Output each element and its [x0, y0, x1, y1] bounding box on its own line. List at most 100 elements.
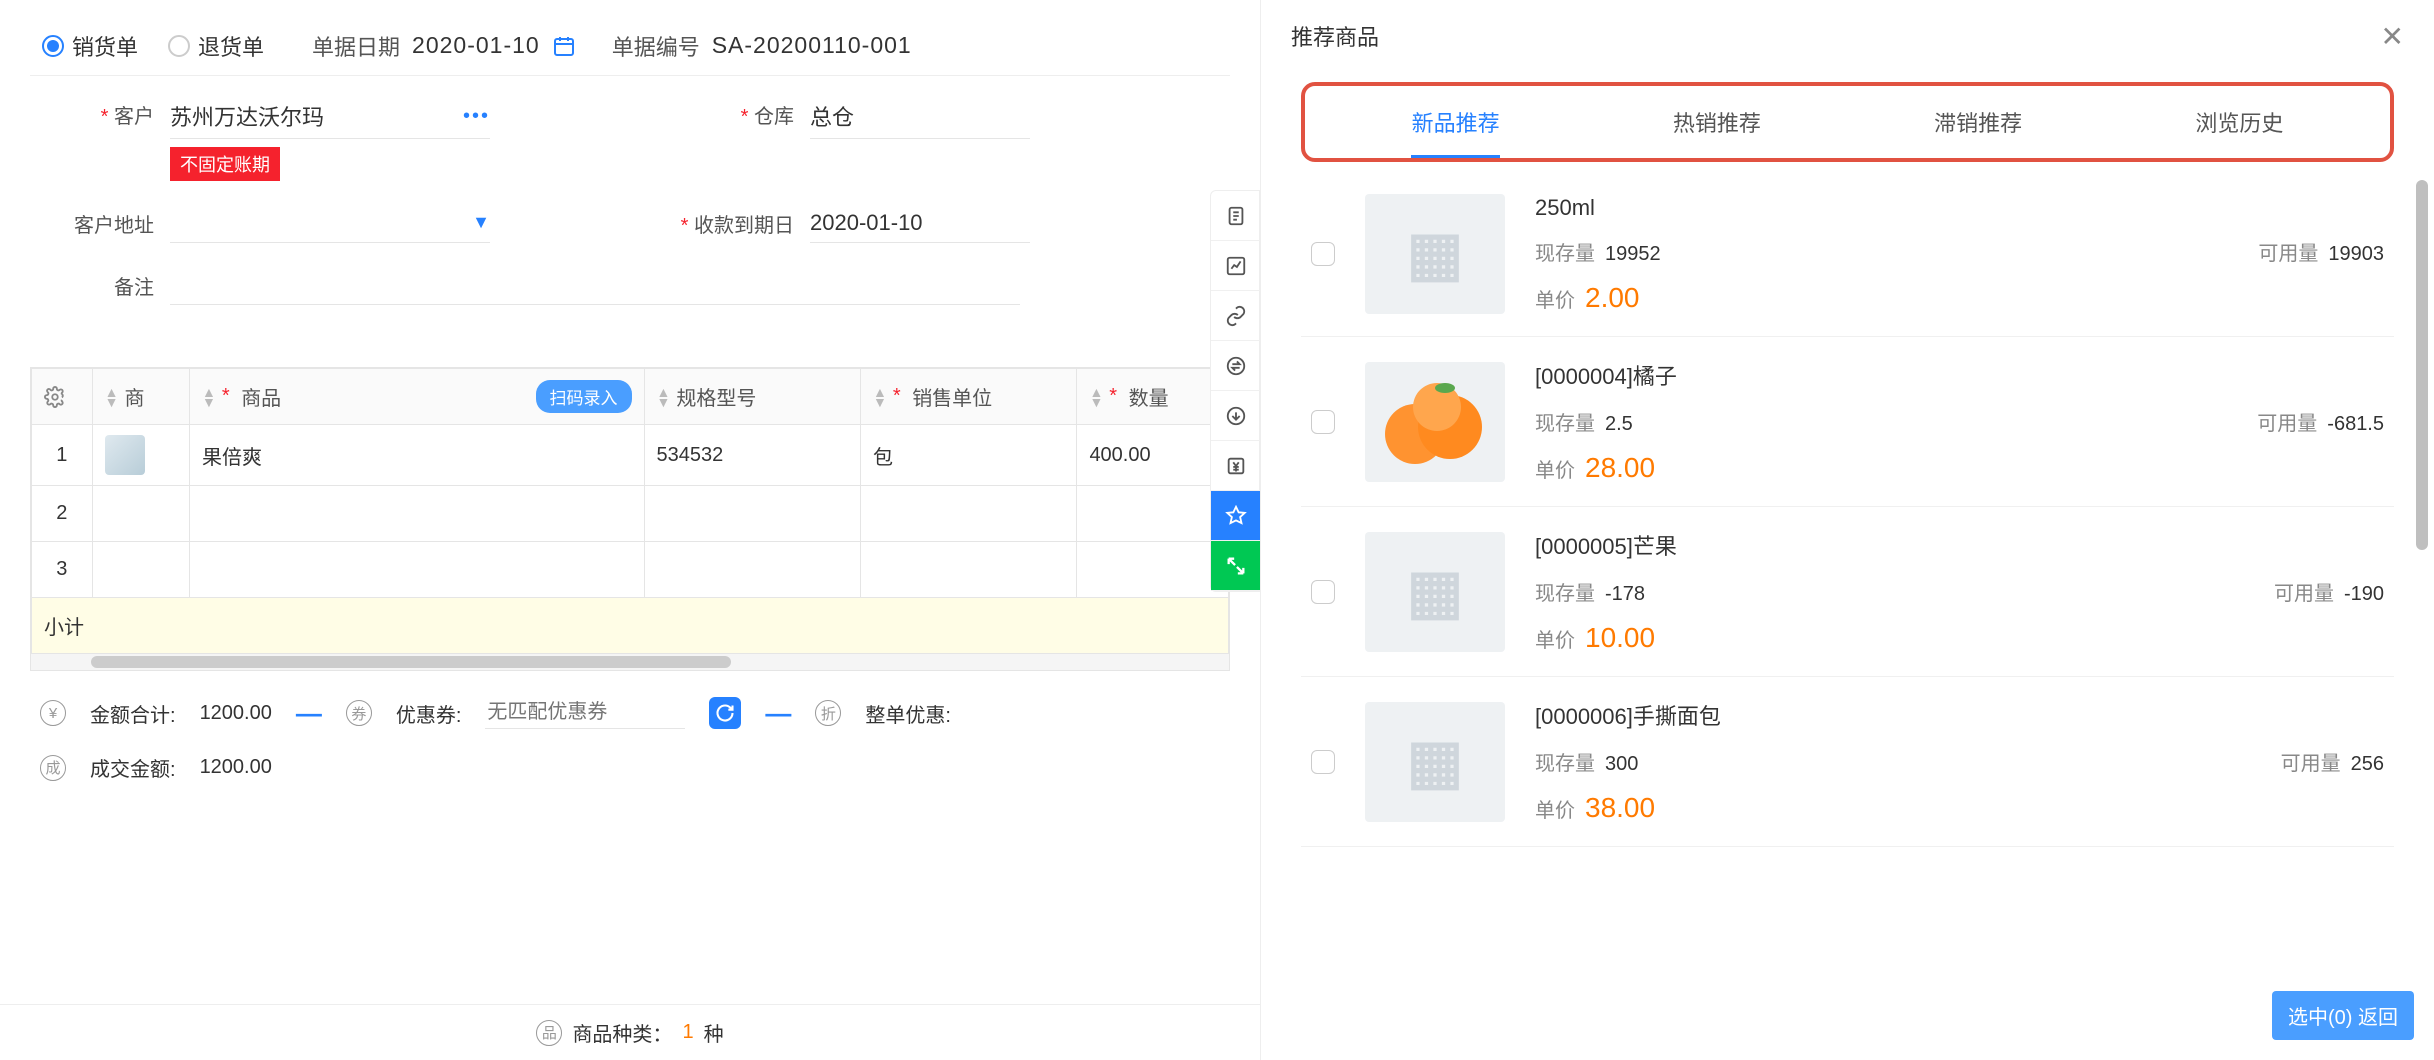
- due-date-field[interactable]: 2020-01-10: [810, 209, 1030, 243]
- doc-number: 单据编号 SA-20200110-001: [612, 30, 912, 62]
- doc-date-value[interactable]: 2020-01-10: [412, 32, 540, 59]
- col-qty[interactable]: ▲▼* 数量: [1077, 369, 1229, 425]
- deal-amount-value: 1200.00: [200, 756, 272, 779]
- recommend-item[interactable]: [0000004]橘子 现存量2.5 可用量-681.5 单价28.00: [1301, 337, 2394, 507]
- minus-icon: —: [765, 698, 791, 729]
- select-return-button[interactable]: 选中(0) 返回: [2272, 991, 2414, 1040]
- side-currency-icon[interactable]: [1211, 441, 1261, 491]
- row-spec[interactable]: 534532: [644, 425, 860, 486]
- col-settings[interactable]: [32, 369, 93, 425]
- row-unit[interactable]: 包: [860, 425, 1076, 486]
- row-product[interactable]: [189, 542, 644, 598]
- customer-addr-field[interactable]: ▼: [170, 209, 490, 243]
- recommend-checkbox[interactable]: [1311, 410, 1335, 434]
- amount-total-label: 金额合计:: [90, 699, 176, 728]
- refresh-coupon-button[interactable]: [709, 697, 741, 729]
- recommend-title: 推荐商品: [1291, 20, 1379, 52]
- row-spec[interactable]: [644, 486, 860, 542]
- chevron-down-icon[interactable]: ▼: [472, 212, 490, 233]
- row-product[interactable]: [189, 486, 644, 542]
- side-favorite-button[interactable]: [1211, 491, 1261, 541]
- recommend-checkbox[interactable]: [1311, 242, 1335, 266]
- order-type-meta-bar: 销货单 退货单 单据日期 2020-01-10 单据编号 SA-20200110…: [30, 16, 1230, 76]
- product-kind-unit: 种: [704, 1018, 724, 1047]
- warehouse-value: 总仓: [810, 100, 854, 132]
- recommend-thumb: ▦: [1365, 194, 1505, 314]
- recommend-tab[interactable]: 滞销推荐: [1904, 92, 2052, 152]
- product-kind-count: 1: [682, 1021, 693, 1044]
- row-spec[interactable]: [644, 542, 860, 598]
- customer-label: 客户: [30, 100, 170, 134]
- row-product[interactable]: 果倍爽: [189, 425, 644, 486]
- recommend-thumb: [1365, 362, 1505, 482]
- col-spec[interactable]: ▲▼规格型号: [644, 369, 860, 425]
- row-qty[interactable]: [1077, 486, 1229, 542]
- side-swap-icon[interactable]: [1211, 341, 1261, 391]
- side-inbox-icon[interactable]: [1211, 391, 1261, 441]
- table-row[interactable]: 2: [32, 486, 1229, 542]
- sort-icon: ▲▼: [105, 387, 119, 407]
- discount-icon: 折: [815, 700, 841, 726]
- avail-label: 可用量: [2274, 583, 2334, 605]
- row-qty[interactable]: [1077, 542, 1229, 598]
- close-icon[interactable]: ✕: [2381, 20, 2404, 53]
- recommend-item-title: [0000006]手撕面包: [1535, 699, 2384, 731]
- due-date-value: 2020-01-10: [810, 210, 923, 236]
- recommend-checkbox[interactable]: [1311, 580, 1335, 604]
- recommend-item[interactable]: ▦ [0000005]芒果 现存量-178 可用量-190 单价10.00: [1301, 507, 2394, 677]
- table-row[interactable]: 1 果倍爽 534532 包 400.00: [32, 425, 1229, 486]
- table-h-scrollbar[interactable]: [31, 654, 1229, 670]
- doc-number-value: SA-20200110-001: [712, 32, 912, 59]
- row-thumb: [92, 542, 189, 598]
- radio-sales-order[interactable]: 销货单: [42, 30, 138, 62]
- recommend-tab[interactable]: 热销推荐: [1643, 92, 1791, 152]
- side-chart-icon[interactable]: [1211, 241, 1261, 291]
- recommend-checkbox[interactable]: [1311, 750, 1335, 774]
- scan-input-button[interactable]: 扫码录入: [536, 380, 632, 413]
- recommend-list[interactable]: ▦ 250ml 现存量19952 可用量19903 单价2.00 [000000…: [1261, 162, 2434, 1060]
- remark-label: 备注: [30, 271, 170, 305]
- row-unit[interactable]: [860, 486, 1076, 542]
- product-count-icon: 品: [536, 1020, 562, 1046]
- col-unit[interactable]: ▲▼* 销售单位: [860, 369, 1076, 425]
- side-toolbar: [1210, 190, 1260, 592]
- price-value: 2.00: [1585, 282, 1640, 313]
- radio-label: 销货单: [72, 30, 138, 62]
- ellipsis-icon[interactable]: •••: [463, 105, 490, 128]
- warehouse-field[interactable]: 总仓: [810, 100, 1030, 139]
- side-expand-button[interactable]: [1211, 541, 1261, 591]
- deal-amount-label: 成交金额:: [90, 753, 176, 782]
- recommend-v-scrollbar[interactable]: [2416, 180, 2428, 550]
- doc-date: 单据日期 2020-01-10: [312, 30, 576, 62]
- table-row[interactable]: 3: [32, 542, 1229, 598]
- recommend-item[interactable]: ▦ 250ml 现存量19952 可用量19903 单价2.00: [1301, 172, 2394, 337]
- price-label: 单价: [1535, 630, 1575, 652]
- calendar-icon[interactable]: [552, 34, 576, 58]
- radio-icon: [168, 35, 190, 57]
- stock-label: 现存量: [1535, 243, 1595, 265]
- amount-total-value: 1200.00: [200, 702, 272, 725]
- stock-value: 2.5: [1605, 413, 1633, 435]
- price-label: 单价: [1535, 290, 1575, 312]
- coupon-input[interactable]: [485, 697, 685, 729]
- row-qty[interactable]: 400.00: [1077, 425, 1229, 486]
- side-link-icon[interactable]: [1211, 291, 1261, 341]
- recommend-tab[interactable]: 浏览历史: [2165, 92, 2313, 152]
- col-image[interactable]: ▲▼商: [92, 369, 189, 425]
- customer-field[interactable]: 苏州万达沃尔玛 •••: [170, 100, 490, 139]
- sort-icon: ▲▼: [657, 387, 671, 407]
- avail-value: -190: [2344, 583, 2384, 605]
- stock-label: 现存量: [1535, 413, 1595, 435]
- row-thumb: [92, 486, 189, 542]
- radio-return-order[interactable]: 退货单: [168, 30, 264, 62]
- price-value: 38.00: [1585, 792, 1655, 823]
- recommend-item[interactable]: ▦ [0000006]手撕面包 现存量300 可用量256 单价38.00: [1301, 677, 2394, 847]
- recommend-tab[interactable]: 新品推荐: [1382, 92, 1530, 152]
- row-unit[interactable]: [860, 542, 1076, 598]
- recommend-item-title: [0000004]橘子: [1535, 359, 2384, 391]
- col-product[interactable]: ▲▼* 商品扫码录入: [189, 369, 644, 425]
- remark-field[interactable]: [170, 271, 1020, 305]
- recommend-thumb: ▦: [1365, 702, 1505, 822]
- side-doc-icon[interactable]: [1211, 191, 1261, 241]
- warehouse-label: 仓库: [670, 100, 810, 134]
